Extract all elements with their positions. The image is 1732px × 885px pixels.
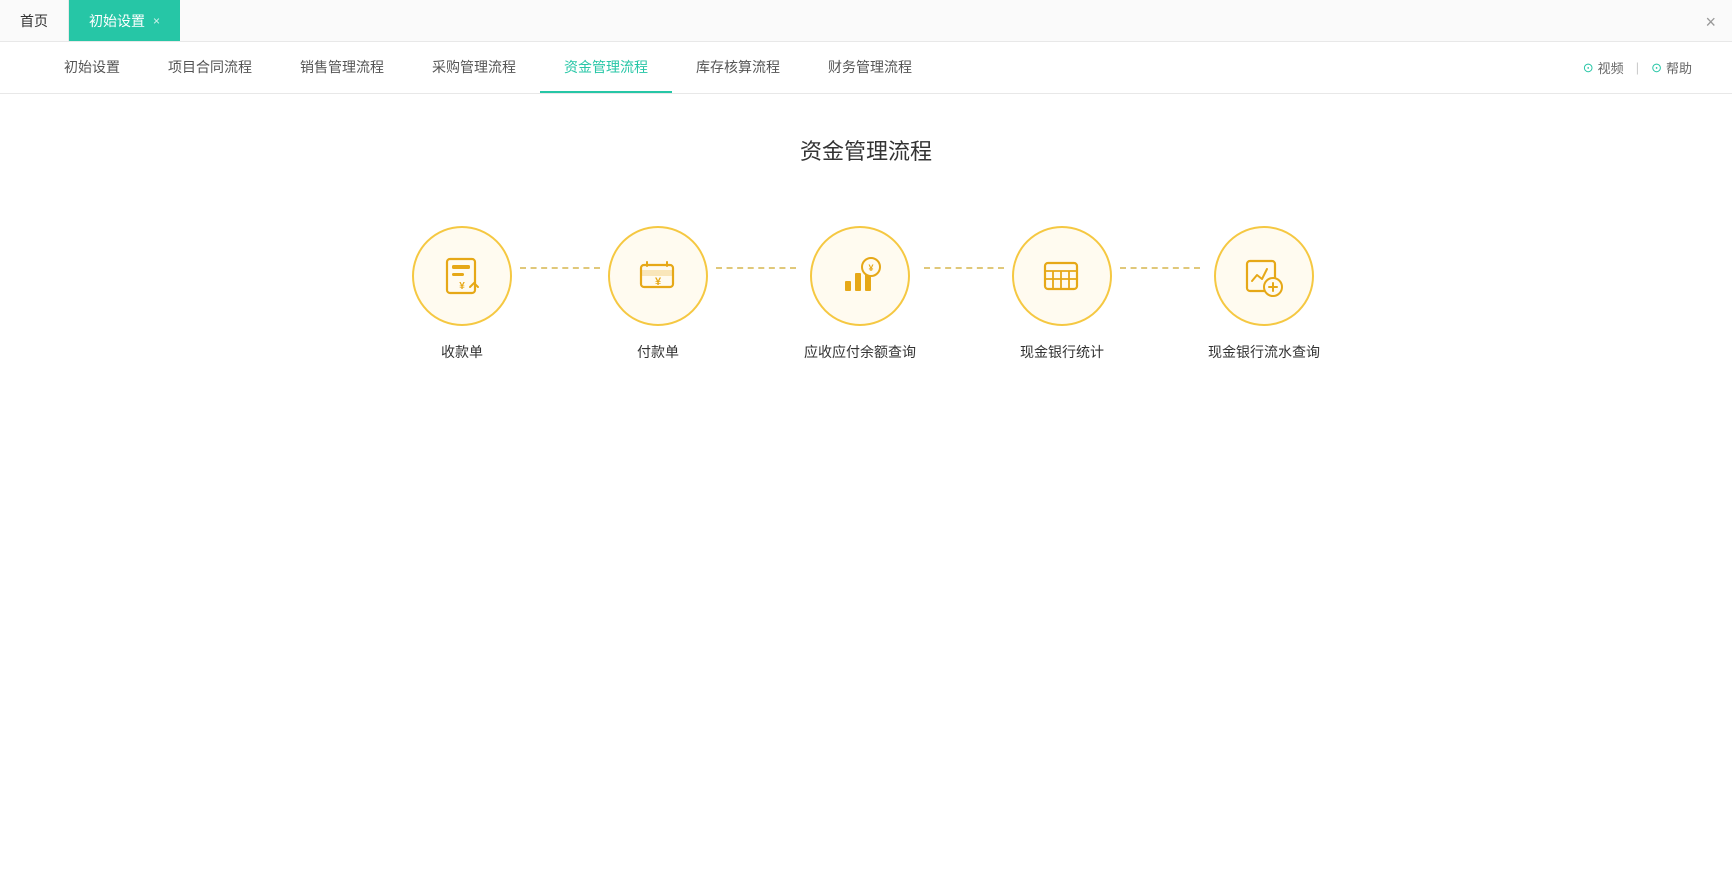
help-label: 帮助 [1666,58,1692,77]
flow-item-payment[interactable]: ¥ 付款单 [608,226,708,362]
video-help-item[interactable]: ⊙ 视频 [1583,58,1624,77]
nav-initial-setup[interactable]: 初始设置 [40,42,144,93]
dotted-line-3 [924,267,1004,269]
dotted-line-4 [1120,267,1200,269]
top-bar: 首页 初始设置 × [0,0,1732,42]
receipt-icon: ¥ [437,251,487,301]
ar-ap-icon-circle: ¥ [810,226,910,326]
nav-sales-management[interactable]: 销售管理流程 [276,42,408,93]
receipt-icon-circle: ¥ [412,226,512,326]
active-tab[interactable]: 初始设置 × [69,0,180,41]
ar-ap-icon: ¥ [835,251,885,301]
bank-flow-icon [1239,251,1289,301]
connector-4 [1120,267,1200,321]
main-content: 资金管理流程 ¥ 收款单 [0,94,1732,402]
nav-purchase-management[interactable]: 采购管理流程 [408,42,540,93]
home-tab[interactable]: 首页 [0,0,69,41]
nav-links: 初始设置 项目合同流程 销售管理流程 采购管理流程 资金管理流程 库存核算流程 … [40,42,936,93]
ar-ap-label: 应收应付余额查询 [804,342,916,362]
payment-label: 付款单 [637,342,679,362]
connector-3 [924,267,1004,321]
nav-fund-management[interactable]: 资金管理流程 [540,42,672,93]
bank-flow-label: 现金银行流水查询 [1208,342,1320,362]
flow-container: ¥ 收款单 ¥ 付款单 [412,226,1320,362]
connector-1 [520,267,600,321]
nav-bar: 初始设置 项目合同流程 销售管理流程 采购管理流程 资金管理流程 库存核算流程 … [0,42,1732,94]
svg-text:¥: ¥ [868,263,873,273]
flow-item-bank-flow[interactable]: 现金银行流水查询 [1208,226,1320,362]
payment-icon: ¥ [633,251,683,301]
flow-item-receipt[interactable]: ¥ 收款单 [412,226,512,362]
window-close-button[interactable]: × [1705,12,1716,33]
bank-flow-icon-circle [1214,226,1314,326]
bank-stats-label: 现金银行统计 [1020,342,1104,362]
nav-project-contract[interactable]: 项目合同流程 [144,42,276,93]
flow-item-ar-ap[interactable]: ¥ 应收应付余额查询 [804,226,916,362]
bank-stats-icon [1037,251,1087,301]
dotted-line-1 [520,267,600,269]
svg-text:¥: ¥ [655,276,662,288]
connector-2 [716,267,796,321]
payment-icon-circle: ¥ [608,226,708,326]
nav-right: ⊙ 视频 | ⊙ 帮助 [1583,58,1692,77]
play-circle-icon: ⊙ [1583,60,1594,76]
nav-finance-management[interactable]: 财务管理流程 [804,42,936,93]
flow-item-bank-stats[interactable]: 现金银行统计 [1012,226,1112,362]
nav-inventory-calc[interactable]: 库存核算流程 [672,42,804,93]
dotted-line-2 [716,267,796,269]
active-tab-label: 初始设置 [89,11,145,31]
video-label: 视频 [1598,58,1624,77]
tab-close-button[interactable]: × [153,14,160,28]
receipt-label: 收款单 [441,342,483,362]
svg-text:¥: ¥ [459,281,465,292]
nav-divider: | [1636,60,1639,75]
help-item[interactable]: ⊙ 帮助 [1651,58,1692,77]
page-title: 资金管理流程 [800,134,932,166]
question-circle-icon: ⊙ [1651,60,1662,76]
bank-stats-icon-circle [1012,226,1112,326]
